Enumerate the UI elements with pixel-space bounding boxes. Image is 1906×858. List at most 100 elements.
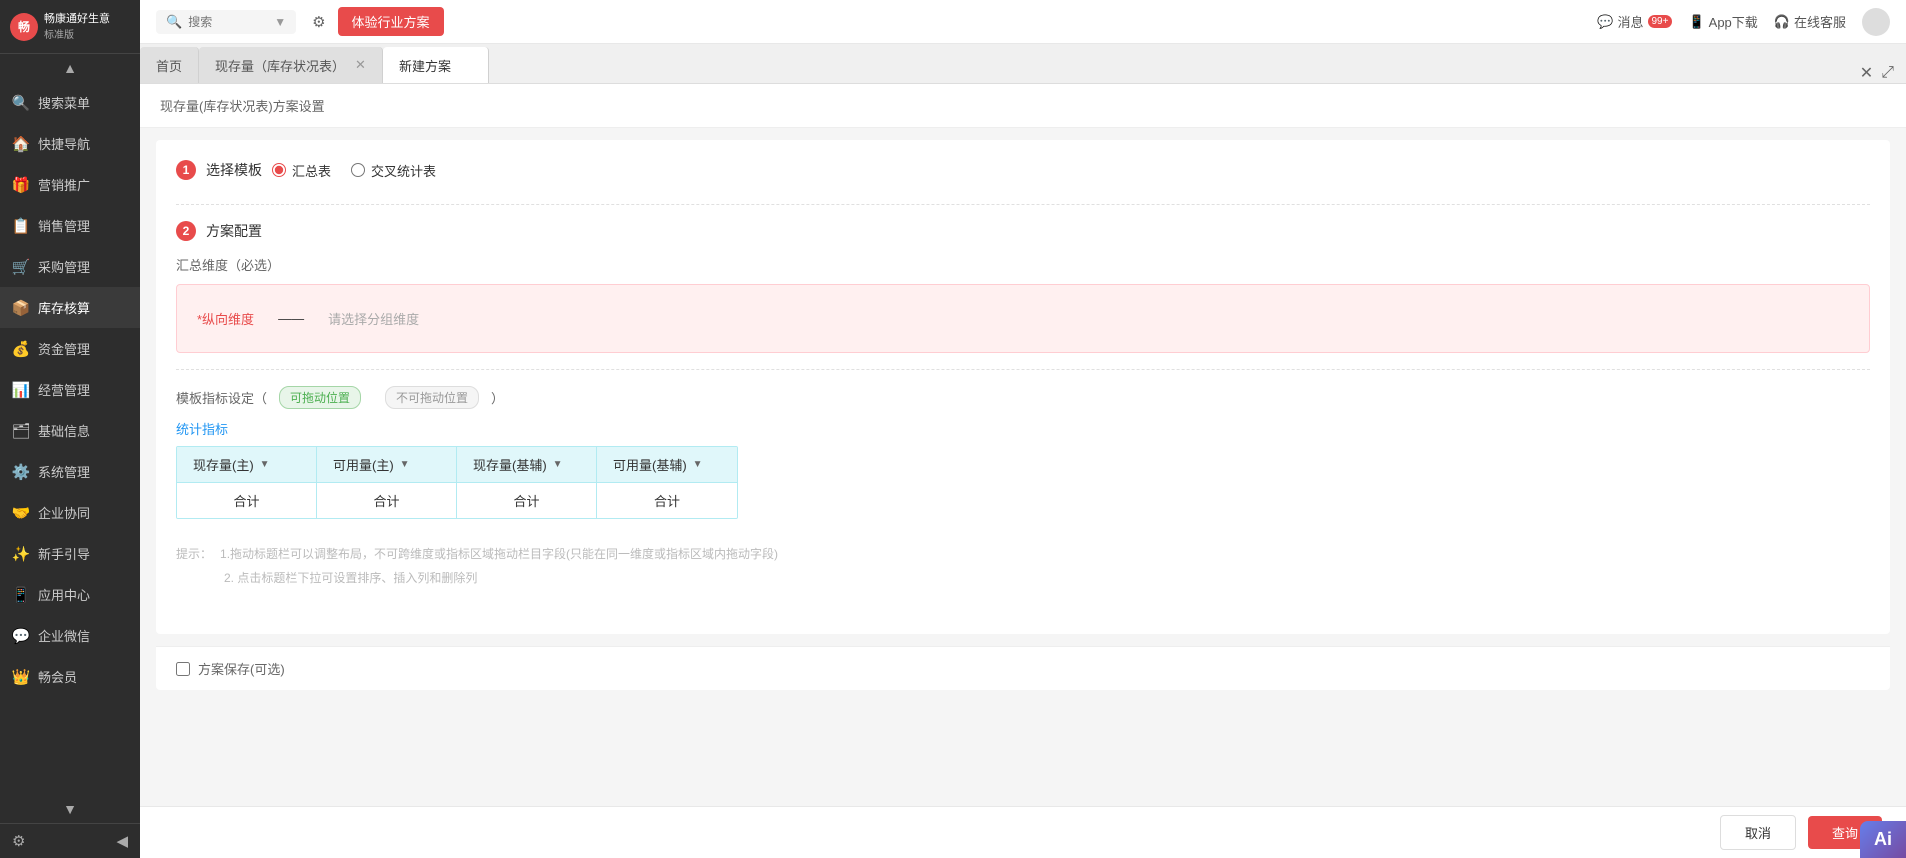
tab-inventory-status[interactable]: 现存量（库存状况表） ✕ (199, 47, 383, 83)
tab-new-plan-close[interactable]: ✕ (457, 57, 472, 73)
stats-col-1-header[interactable]: 可用量(主) ▼ (317, 447, 457, 482)
topbar-right: 💬 消息 99+ 📱 App下载 🎧 在线客服 (1597, 8, 1890, 36)
page-title: 现存量(库存状况表)方案设置 (140, 84, 1906, 128)
tab-home-label: 首页 (156, 56, 182, 75)
sidebar-item-purchase[interactable]: 🛒 采购管理 (0, 246, 140, 287)
topbar-settings-btn[interactable]: ⚙ (312, 13, 325, 31)
sidebar-item-vip[interactable]: 👑 畅会员 (0, 656, 140, 697)
customer-service-btn[interactable]: 🎧 在线客服 (1774, 12, 1846, 31)
trial-btn[interactable]: 体验行业方案 (338, 7, 444, 36)
sidebar-footer: ⚙ ◀ (0, 823, 140, 858)
gift-icon: 🎁 (12, 176, 30, 194)
phone-icon: 📱 (12, 586, 30, 604)
gear-icon: ⚙️ (12, 463, 30, 481)
radio-cross[interactable]: 交叉统计表 (351, 161, 436, 180)
stats-col-1-header-text: 可用量(主) (333, 455, 394, 474)
app-name: 畅康通好生意 (44, 12, 110, 26)
chart-icon: 📊 (12, 381, 30, 399)
stats-section: 统计指标 现存量(主) ▼ 可用量(主) ▼ (176, 419, 1870, 522)
app-edition: 标准版 (44, 26, 110, 41)
sidebar-item-finance[interactable]: 💰 资金管理 (0, 328, 140, 369)
content-area: 现存量(库存状况表)方案设置 1 选择模板 汇总表 交叉统计表 (140, 84, 1906, 806)
stats-col-3-data: 合计 (597, 483, 737, 518)
topbar: 🔍 ▼ ⚙ 体验行业方案 💬 消息 99+ 📱 App下载 🎧 在线客服 (140, 0, 1906, 44)
tab-inventory-status-label: 现存量（库存状况表） (215, 56, 345, 75)
save-checkbox[interactable] (176, 662, 190, 676)
stats-col-2-header[interactable]: 现存量(基辅) ▼ (457, 447, 597, 482)
search-bar: 🔍 ▼ (156, 10, 296, 34)
sidebar-item-inventory[interactable]: 📦 库存核算 (0, 287, 140, 328)
radio-summary-input[interactable] (272, 163, 286, 177)
crown-icon: 👑 (12, 668, 30, 686)
dimension-box[interactable]: *纵向维度 —— 请选择分组维度 (176, 284, 1870, 353)
guide-icon: ✨ (12, 545, 30, 563)
search-input[interactable] (188, 15, 268, 29)
money-icon: 💰 (12, 340, 30, 358)
radio-summary[interactable]: 汇总表 (272, 161, 331, 180)
sidebar-settings-btn[interactable]: ⚙ (12, 832, 25, 850)
tab-new-plan[interactable]: 新建方案 ✕ (383, 47, 489, 83)
cancel-button[interactable]: 取消 (1720, 815, 1796, 850)
user-avatar[interactable] (1862, 8, 1890, 36)
sidebar-item-quicknav[interactable]: 🏠 快捷导航 (0, 123, 140, 164)
window-controls: ✕ ⤢ (1860, 63, 1906, 83)
tip-0-text: 1.拖动标题栏可以调整布局，不可跨维度或指标区域拖动栏目字段(只能在同一维度或指… (220, 542, 778, 566)
sidebar-item-system[interactable]: ⚙️ 系统管理 (0, 451, 140, 492)
sidebar-scroll-up-btn[interactable]: ▲ (59, 56, 81, 80)
customer-service-label: 在线客服 (1794, 12, 1846, 31)
sidebar-item-search[interactable]: 🔍 搜索菜单 (0, 82, 140, 123)
sidebar-item-marketing[interactable]: 🎁 营销推广 (0, 164, 140, 205)
sidebar-item-operations[interactable]: 📊 经营管理 (0, 369, 140, 410)
save-label: 方案保存(可选) (198, 659, 285, 678)
handshake-icon: 🤝 (12, 504, 30, 522)
indicator-close-paren: ） (491, 388, 504, 407)
window-expand-btn[interactable]: ⤢ (1881, 64, 1894, 82)
settings-panel: 1 选择模板 汇总表 交叉统计表 (156, 140, 1890, 634)
tab-home[interactable]: 首页 (140, 47, 199, 83)
tip-intro: 提示： 1.拖动标题栏可以调整布局，不可跨维度或指标区域拖动栏目字段(只能在同一… (176, 542, 1870, 566)
save-option: 方案保存(可选) (156, 646, 1890, 690)
message-icon: 💬 (1597, 14, 1613, 30)
stats-col-0-header[interactable]: 现存量(主) ▼ (177, 447, 317, 482)
stats-col-2-header-text: 现存量(基辅) (473, 455, 547, 474)
sidebar-item-sales[interactable]: 📋 销售管理 (0, 205, 140, 246)
chat-icon: 💬 (12, 627, 30, 645)
sidebar-item-label: 采购管理 (38, 257, 90, 276)
step1-title: 选择模板 (206, 160, 262, 180)
ai-badge[interactable]: Ai (1860, 821, 1906, 858)
sidebar-item-guide[interactable]: ✨ 新手引导 (0, 533, 140, 574)
stats-label: 统计指标 (176, 419, 1870, 438)
sidebar-item-enterprise[interactable]: 🤝 企业协同 (0, 492, 140, 533)
sidebar-item-label: 经营管理 (38, 380, 90, 399)
sidebar-item-appstore[interactable]: 📱 应用中心 (0, 574, 140, 615)
messages-label: 消息 (1617, 12, 1643, 31)
stats-col-0-header-text: 现存量(主) (193, 455, 254, 474)
radio-cross-input[interactable] (351, 163, 365, 177)
messages-btn[interactable]: 💬 消息 99+ (1597, 12, 1672, 31)
sidebar-item-label: 基础信息 (38, 421, 90, 440)
indicator-settings-label: 模板指标设定（ (176, 388, 267, 407)
drag-badge: 可拖动位置 (279, 386, 361, 409)
chevron-icon-3: ▼ (693, 459, 703, 470)
bottom-bar: 取消 查询 (140, 806, 1906, 858)
tab-inventory-status-close[interactable]: ✕ (351, 57, 366, 73)
divider1 (176, 204, 1870, 205)
window-close-btn[interactable]: ✕ (1860, 63, 1873, 83)
box-icon: 📦 (12, 299, 30, 317)
search-dropdown-btn[interactable]: ▼ (274, 15, 286, 29)
app-download-btn[interactable]: 📱 App下载 (1688, 12, 1757, 31)
sidebar-item-label: 畅会员 (38, 667, 77, 686)
sidebar-item-basic[interactable]: 🗂 基础信息 (0, 410, 140, 451)
search-icon-topbar: 🔍 (166, 14, 182, 30)
sidebar-item-wechat[interactable]: 💬 企业微信 (0, 615, 140, 656)
sidebar-scroll-down-btn[interactable]: ▼ (59, 797, 81, 821)
stats-header-row: 现存量(主) ▼ 可用量(主) ▼ 现存量(基辅) ▼ (177, 447, 737, 482)
indicator-settings: 模板指标设定（ 可拖动位置 不可拖动位置 ） (176, 386, 1870, 409)
sidebar-nav: 🔍 搜索菜单 🏠 快捷导航 🎁 营销推广 📋 销售管理 🛒 采购管理 📦 库存核… (0, 82, 140, 795)
stats-col-3-header[interactable]: 可用量(基辅) ▼ (597, 447, 737, 482)
sidebar-collapse-btn[interactable]: ◀ (116, 832, 128, 850)
sidebar-item-label: 企业微信 (38, 626, 90, 645)
phone-icon: 📱 (1688, 14, 1704, 30)
step1-header: 1 选择模板 汇总表 交叉统计表 (176, 160, 1870, 180)
sidebar-item-label: 系统管理 (38, 462, 90, 481)
